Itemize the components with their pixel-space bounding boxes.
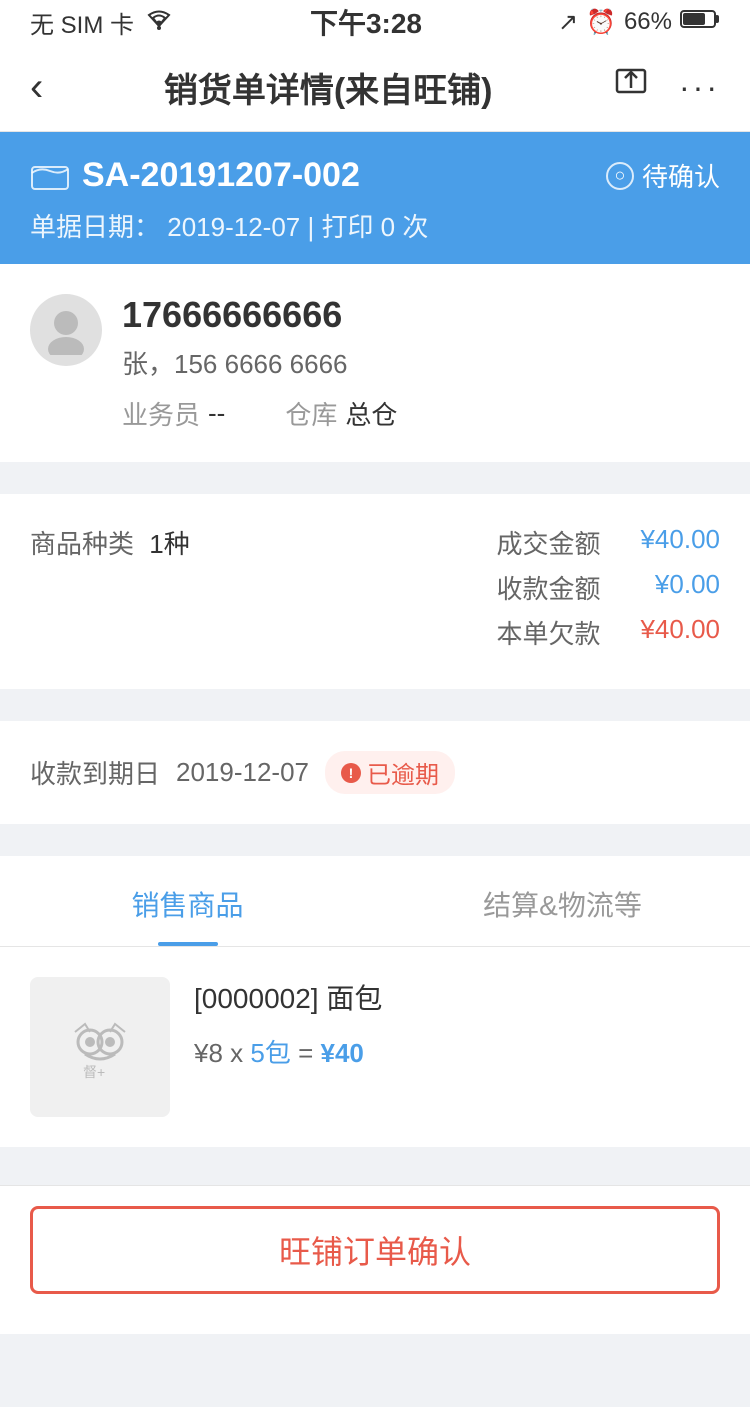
kind-label: 商品种类	[30, 529, 134, 559]
salesman-item: 业务员 --	[122, 395, 225, 432]
kind-count: 1种	[149, 529, 189, 559]
salesman-label: 业务员	[122, 395, 200, 432]
order-icon	[30, 156, 70, 195]
status-time: 下午3:28	[310, 2, 422, 42]
back-button[interactable]: ‹	[30, 65, 43, 110]
order-date-row: 单据日期： 2019-12-07 | 打印 0 次	[30, 207, 720, 244]
tabs-bar: 销售商品 结算&物流等	[0, 856, 750, 947]
product-code: [0000002]	[194, 983, 319, 1014]
nav-actions: ···	[613, 66, 720, 110]
customer-card: 17666666666 张，156 6666 6666 业务员 -- 仓库 总仓	[0, 264, 750, 462]
customer-meta: 业务员 -- 仓库 总仓	[122, 395, 720, 432]
customer-phone: 17666666666	[122, 294, 720, 336]
stat-val-2: ¥0.00	[655, 569, 720, 606]
divider-2	[0, 705, 750, 721]
overdue-text: 已逾期	[367, 755, 439, 790]
product-name: [0000002] 面包	[194, 977, 720, 1017]
divider-1	[0, 478, 750, 494]
stat-name-3: 本单欠款	[496, 614, 600, 651]
divider-3	[0, 840, 750, 856]
order-status-badge: ○ 待确认	[606, 157, 720, 194]
order-id: SA-20191207-002	[30, 156, 360, 195]
stats-left: 商品种类 1种	[30, 524, 190, 561]
more-icon[interactable]: ···	[679, 69, 720, 106]
product-price-row: ¥8 x 5包 = ¥40	[194, 1033, 720, 1070]
product-total: ¥40	[320, 1038, 363, 1068]
overdue-badge: ! 已逾期	[325, 751, 455, 794]
clock-icon: ○	[606, 162, 634, 190]
location-icon: ↗	[558, 8, 578, 37]
salesman-value: --	[208, 398, 225, 429]
nav-bar: ‹ 销货单详情(来自旺铺) ···	[0, 44, 750, 132]
status-bar: 无 SIM 卡 下午3:28 ↗ ⏰ 66%	[0, 0, 750, 44]
unit-price: ¥8 x	[194, 1038, 250, 1068]
status-text: 待确认	[642, 157, 720, 194]
tab-sales-product[interactable]: 销售商品	[0, 856, 375, 946]
due-label: 收款到期日	[30, 754, 160, 791]
stat-name-2: 收款金额	[496, 569, 600, 606]
stat-row-1: 成交金额 ¥40.00	[496, 524, 720, 561]
stat-row-3: 本单欠款 ¥40.00	[496, 614, 720, 651]
order-header-card: SA-20191207-002 ○ 待确认 单据日期： 2019-12-07 |…	[0, 132, 750, 264]
svg-text:督+: 督+	[83, 1064, 105, 1080]
product-thumbnail: 督+	[30, 977, 170, 1117]
alarm-icon: ⏰	[586, 8, 616, 37]
stats-card: 商品种类 1种 成交金额 ¥40.00 收款金额 ¥0.00 本单欠款 ¥40.…	[0, 494, 750, 689]
status-right: ↗ ⏰ 66%	[558, 8, 720, 37]
due-date-card: 收款到期日 2019-12-07 ! 已逾期	[0, 721, 750, 824]
stat-val-3: ¥40.00	[640, 614, 720, 651]
overdue-icon: !	[341, 763, 361, 783]
warehouse-label: 仓库	[285, 395, 337, 432]
battery-icon	[680, 8, 720, 36]
customer-info: 17666666666 张，156 6666 6666 业务员 -- 仓库 总仓	[122, 294, 720, 432]
wifi-icon	[144, 8, 174, 37]
page-title: 销货单详情(来自旺铺)	[164, 63, 493, 112]
customer-avatar	[30, 294, 102, 366]
product-title: 面包	[326, 983, 382, 1014]
product-info: [0000002] 面包 ¥8 x 5包 = ¥40	[194, 977, 720, 1070]
warehouse-item: 仓库 总仓	[285, 395, 397, 432]
stats-right: 成交金额 ¥40.00 收款金额 ¥0.00 本单欠款 ¥40.00	[496, 524, 720, 659]
tab-settlement[interactable]: 结算&物流等	[375, 856, 750, 946]
battery-text: 66%	[624, 8, 672, 36]
no-sim-text: 无 SIM 卡	[30, 5, 134, 40]
bottom-bar: 旺铺订单确认	[0, 1185, 750, 1334]
stat-row-2: 收款金额 ¥0.00	[496, 569, 720, 606]
stat-name-1: 成交金额	[496, 524, 600, 561]
status-left: 无 SIM 卡	[30, 5, 174, 40]
share-icon[interactable]	[613, 66, 649, 110]
product-card: 督+ [0000002] 面包 ¥8 x 5包 = ¥40	[0, 947, 750, 1147]
product-qty: 5包	[250, 1038, 290, 1068]
warehouse-value: 总仓	[345, 395, 397, 432]
due-date-value: 2019-12-07	[176, 757, 309, 788]
stat-val-1: ¥40.00	[640, 524, 720, 561]
confirm-order-button[interactable]: 旺铺订单确认	[30, 1206, 720, 1294]
customer-name: 张，156 6666 6666	[122, 344, 720, 381]
